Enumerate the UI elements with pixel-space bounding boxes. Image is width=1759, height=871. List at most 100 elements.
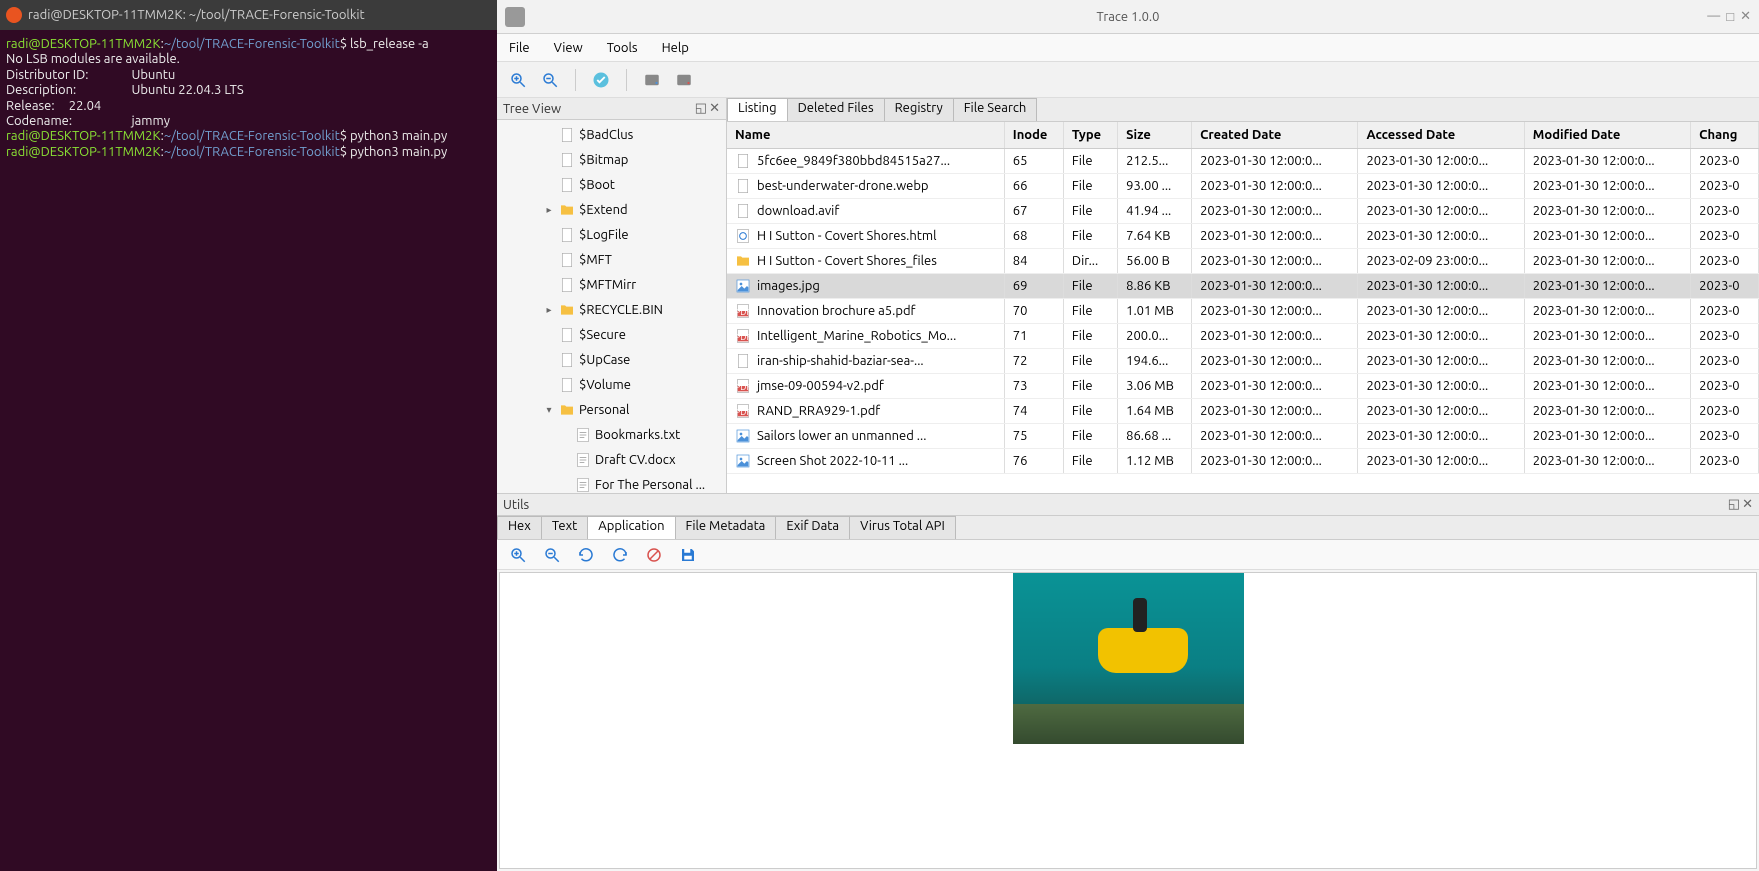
img-icon [735, 278, 751, 294]
tree-view-pane: Tree View ◱✕ $BadClus$Bitmap$Boot▸$Exten… [497, 98, 727, 493]
modified-cell: 2023-01-30 12:00:0... [1524, 348, 1690, 373]
menu-tools[interactable]: Tools [595, 41, 650, 55]
tree-item[interactable]: $Volume [497, 372, 726, 397]
tree-item[interactable]: ▾Personal [497, 397, 726, 422]
search-minus-icon[interactable] [539, 69, 561, 91]
created-cell: 2023-01-30 12:00:0... [1192, 398, 1358, 423]
table-row[interactable]: Sailors lower an unmanned ...75File86.68… [727, 423, 1759, 448]
tab-exif-data[interactable]: Exif Data [775, 516, 850, 539]
col-accessed[interactable]: Accessed Date [1358, 122, 1524, 148]
menu-view[interactable]: View [542, 41, 595, 55]
inode-cell: 73 [1004, 373, 1063, 398]
app-title: Trace 1.0.0 [1097, 10, 1160, 24]
type-cell: File [1063, 423, 1117, 448]
tree-item[interactable]: $Boot [497, 172, 726, 197]
term-out: Release: 22.04 [6, 99, 101, 113]
undock-icon[interactable]: ◱ [695, 101, 707, 116]
file-table[interactable]: Name Inode Type Size Created Date Access… [727, 122, 1759, 493]
tab-application[interactable]: Application [587, 516, 675, 539]
table-row[interactable]: iran-ship-shahid-baziar-sea-...72File194… [727, 348, 1759, 373]
table-row[interactable]: 5fc6ee_9849f380bbd84515a27...65File212.5… [727, 148, 1759, 173]
inode-cell: 71 [1004, 323, 1063, 348]
preview-area [499, 572, 1757, 869]
tree-expander-icon[interactable]: ▸ [543, 304, 555, 316]
rotate-ccw-icon[interactable] [575, 544, 597, 566]
changed-cell: 2023-0 [1691, 323, 1759, 348]
tab-registry[interactable]: Registry [884, 98, 954, 121]
check-icon[interactable] [590, 69, 612, 91]
disk-icon[interactable] [641, 69, 663, 91]
col-modified[interactable]: Modified Date [1524, 122, 1690, 148]
tab-deleted-files[interactable]: Deleted Files [787, 98, 885, 121]
modified-cell: 2023-01-30 12:00:0... [1524, 373, 1690, 398]
tab-file-search[interactable]: File Search [953, 98, 1038, 121]
tab-hex[interactable]: Hex [497, 516, 542, 539]
save-icon[interactable] [677, 544, 699, 566]
tree-item[interactable]: $UpCase [497, 347, 726, 372]
close-icon[interactable]: ✕ [709, 101, 720, 116]
tree-item[interactable]: $MFTMirr [497, 272, 726, 297]
tree-item[interactable]: For The Personal ... [497, 472, 726, 493]
col-size[interactable]: Size [1118, 122, 1192, 148]
tree-item[interactable]: $MFT [497, 247, 726, 272]
tab-file-metadata[interactable]: File Metadata [675, 516, 777, 539]
zoom-out-icon[interactable] [541, 544, 563, 566]
accessed-cell: 2023-01-30 12:00:0... [1358, 423, 1524, 448]
tree-item[interactable]: $BadClus [497, 122, 726, 147]
tree-item[interactable]: Bookmarks.txt [497, 422, 726, 447]
col-created[interactable]: Created Date [1192, 122, 1358, 148]
table-row[interactable]: download.avif67File41.94 ...2023-01-30 1… [727, 198, 1759, 223]
changed-cell: 2023-0 [1691, 348, 1759, 373]
col-name[interactable]: Name [727, 122, 1004, 148]
menu-file[interactable]: File [497, 41, 542, 55]
modified-cell: 2023-01-30 12:00:0... [1524, 273, 1690, 298]
tree-item[interactable]: Draft CV.docx [497, 447, 726, 472]
table-row[interactable]: PDFIntelligent_Marine_Robotics_Mo...71Fi… [727, 323, 1759, 348]
tree-expander-icon[interactable]: ▸ [543, 204, 555, 216]
table-row[interactable]: best-underwater-drone.webp66File93.00 ..… [727, 173, 1759, 198]
minimize-button[interactable]: — [1707, 9, 1720, 24]
menu-help[interactable]: Help [650, 41, 701, 55]
file-name: H I Sutton - Covert Shores.html [757, 229, 936, 243]
tree-expander-icon[interactable]: ▾ [543, 404, 555, 416]
size-cell: 212.5... [1118, 148, 1192, 173]
size-cell: 86.68 ... [1118, 423, 1192, 448]
undock-icon[interactable]: ◱ [1728, 497, 1740, 512]
tree-body[interactable]: $BadClus$Bitmap$Boot▸$Extend$LogFile$MFT… [497, 120, 726, 493]
app-icon [505, 7, 525, 27]
terminal-body[interactable]: radi@DESKTOP-11TMM2K:~/tool/TRACE-Forens… [0, 30, 497, 871]
no-circle-icon[interactable] [643, 544, 665, 566]
table-row[interactable]: images.jpg69File8.86 KB2023-01-30 12:00:… [727, 273, 1759, 298]
maximize-button[interactable]: □ [1726, 9, 1734, 24]
file-name: RAND_RRA929-1.pdf [757, 404, 880, 418]
close-button[interactable]: ✕ [1740, 9, 1751, 24]
tree-item[interactable]: ▸$RECYCLE.BIN [497, 297, 726, 322]
tree-item[interactable]: $Bitmap [497, 147, 726, 172]
tree-item[interactable]: ▸$Extend [497, 197, 726, 222]
terminal-window: radi@DESKTOP-11TMM2K: ~/tool/TRACE-Foren… [0, 0, 497, 871]
changed-cell: 2023-0 [1691, 448, 1759, 473]
tree-item[interactable]: $Secure [497, 322, 726, 347]
close-icon[interactable]: ✕ [1742, 497, 1753, 512]
col-inode[interactable]: Inode [1004, 122, 1063, 148]
table-row[interactable]: PDFInnovation brochure a5.pdf70File1.01 … [727, 298, 1759, 323]
table-row[interactable]: PDFjmse-09-00594-v2.pdf73File3.06 MB2023… [727, 373, 1759, 398]
col-type[interactable]: Type [1063, 122, 1117, 148]
tree-item[interactable]: $LogFile [497, 222, 726, 247]
disk-export-icon[interactable] [673, 69, 695, 91]
col-changed[interactable]: Chang [1691, 122, 1759, 148]
created-cell: 2023-01-30 12:00:0... [1192, 348, 1358, 373]
tab-text[interactable]: Text [541, 516, 588, 539]
rotate-cw-icon[interactable] [609, 544, 631, 566]
table-row[interactable]: H I Sutton - Covert Shores.html68File7.6… [727, 223, 1759, 248]
search-plus-icon[interactable] [507, 69, 529, 91]
table-row[interactable]: Screen Shot 2022-10-11 ...76File1.12 MB2… [727, 448, 1759, 473]
zoom-in-icon[interactable] [507, 544, 529, 566]
accessed-cell: 2023-01-30 12:00:0... [1358, 223, 1524, 248]
type-cell: Dir... [1063, 248, 1117, 273]
changed-cell: 2023-0 [1691, 223, 1759, 248]
table-row[interactable]: H I Sutton - Covert Shores_files84Dir...… [727, 248, 1759, 273]
tab-virus-total[interactable]: Virus Total API [849, 516, 956, 539]
table-row[interactable]: PDFRAND_RRA929-1.pdf74File1.64 MB2023-01… [727, 398, 1759, 423]
tab-listing[interactable]: Listing [727, 98, 788, 121]
